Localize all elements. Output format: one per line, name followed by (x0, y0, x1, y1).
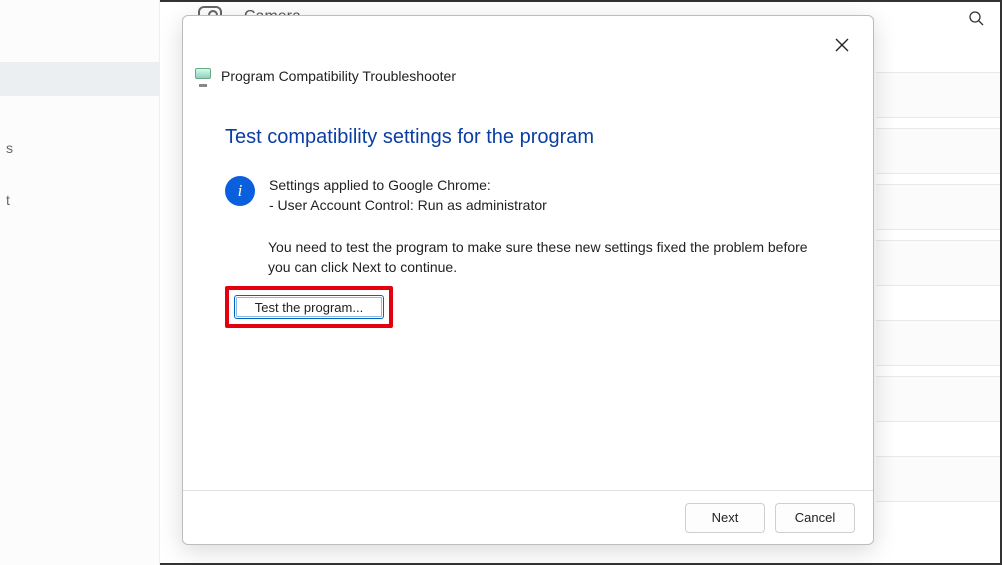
info-line-2: - User Account Control: Run as administr… (269, 196, 547, 216)
instruction-text: You need to test the program to make sur… (268, 238, 833, 277)
close-button[interactable] (827, 30, 857, 60)
info-line-1: Settings applied to Google Chrome: (269, 176, 547, 196)
background-list-row (876, 456, 1000, 502)
background-list-row (876, 72, 1000, 118)
info-section: i Settings applied to Google Chrome: - U… (225, 176, 833, 215)
background-list-row (876, 376, 1000, 422)
dialog-titlebar: Program Compatibility Troubleshooter (195, 68, 456, 84)
background-sidebar-cut-text: s (6, 140, 13, 156)
background-list-row (876, 240, 1000, 286)
compatibility-troubleshooter-dialog: Program Compatibility Troubleshooter Tes… (182, 15, 874, 545)
dialog-title: Program Compatibility Troubleshooter (221, 68, 456, 84)
search-icon (968, 10, 984, 31)
info-icon: i (225, 176, 255, 206)
annotation-highlight: Test the program... (225, 286, 393, 328)
background-sidebar-selected (0, 62, 160, 96)
dialog-heading: Test compatibility settings for the prog… (225, 126, 594, 149)
test-program-button[interactable]: Test the program... (234, 295, 384, 319)
troubleshooter-icon (195, 68, 213, 84)
dialog-footer: Next Cancel (183, 490, 873, 544)
background-sidebar-cut-text: t (6, 192, 10, 208)
close-icon (835, 38, 849, 52)
background-list-row (876, 184, 1000, 230)
cancel-button[interactable]: Cancel (775, 503, 855, 533)
background-list-row (876, 128, 1000, 174)
next-button[interactable]: Next (685, 503, 765, 533)
background-list-row (876, 320, 1000, 366)
info-text: Settings applied to Google Chrome: - Use… (269, 176, 547, 215)
